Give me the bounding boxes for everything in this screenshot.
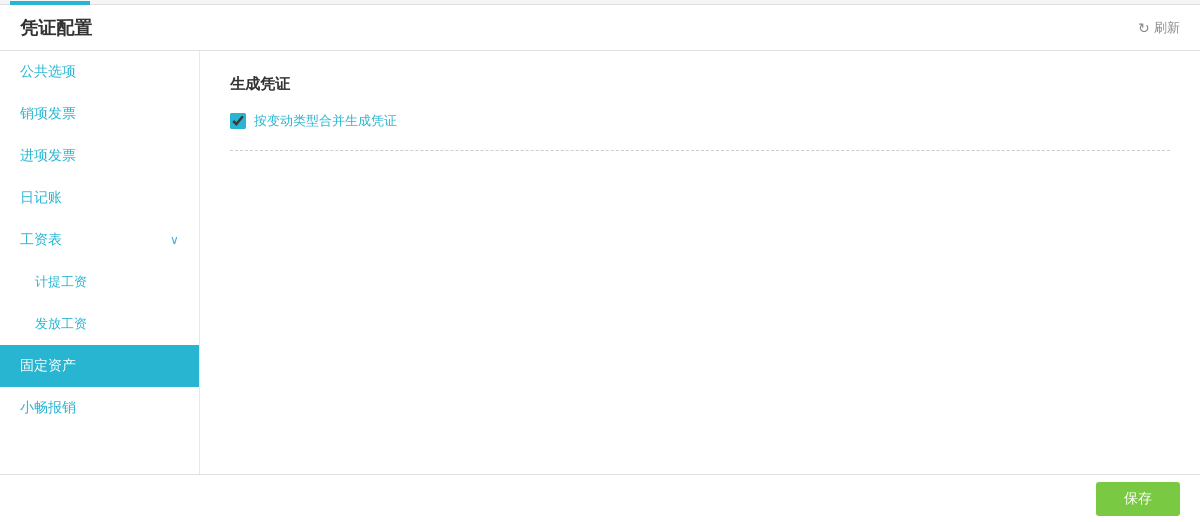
footer: 保存	[0, 474, 1200, 522]
sidebar-item-sales-invoice[interactable]: 销项发票	[0, 93, 199, 135]
sidebar-item-purchase-invoice[interactable]: 进项发票	[0, 135, 199, 177]
page-title: 凭证配置	[20, 16, 92, 40]
sidebar-item-calc-salary[interactable]: 计提工资	[0, 261, 199, 303]
sidebar-item-pay-salary[interactable]: 发放工资	[0, 303, 199, 345]
sidebar-item-payroll-table[interactable]: 工资表 ∨	[0, 219, 199, 261]
sidebar-item-expense-report[interactable]: 小畅报销	[0, 387, 199, 429]
refresh-button[interactable]: ↻ 刷新	[1138, 19, 1180, 37]
content-area: 生成凭证 按变动类型合并生成凭证	[200, 51, 1200, 474]
chevron-down-icon: ∨	[170, 233, 179, 247]
sidebar-item-label: 工资表	[20, 231, 62, 249]
page-header: 凭证配置 ↻ 刷新	[0, 5, 1200, 51]
sidebar-item-label: 日记账	[20, 189, 62, 207]
save-button[interactable]: 保存	[1096, 482, 1180, 516]
merge-checkbox[interactable]	[230, 113, 246, 129]
divider	[230, 150, 1170, 151]
sidebar-item-label: 固定资产	[20, 357, 76, 375]
refresh-label: 刷新	[1154, 19, 1180, 37]
checkbox-row: 按变动类型合并生成凭证	[230, 112, 1170, 130]
sidebar-item-label: 公共选项	[20, 63, 76, 81]
section-title: 生成凭证	[230, 75, 1170, 94]
refresh-icon: ↻	[1138, 20, 1150, 36]
sidebar-item-label: 销项发票	[20, 105, 76, 123]
sidebar-item-journal[interactable]: 日记账	[0, 177, 199, 219]
main-layout: 公共选项销项发票进项发票日记账工资表 ∨ 计提工资发放工资固定资产小畅报销 生成凭证…	[0, 51, 1200, 474]
sidebar-item-public-options[interactable]: 公共选项	[0, 51, 199, 93]
sidebar-item-fixed-assets[interactable]: 固定资产	[0, 345, 199, 387]
sidebar-item-label: 发放工资	[35, 315, 87, 333]
sidebar-item-label: 计提工资	[35, 273, 87, 291]
sidebar: 公共选项销项发票进项发票日记账工资表 ∨ 计提工资发放工资固定资产小畅报销	[0, 51, 200, 474]
merge-checkbox-label[interactable]: 按变动类型合并生成凭证	[254, 112, 397, 130]
sidebar-item-label: 小畅报销	[20, 399, 76, 417]
sidebar-item-label: 进项发票	[20, 147, 76, 165]
